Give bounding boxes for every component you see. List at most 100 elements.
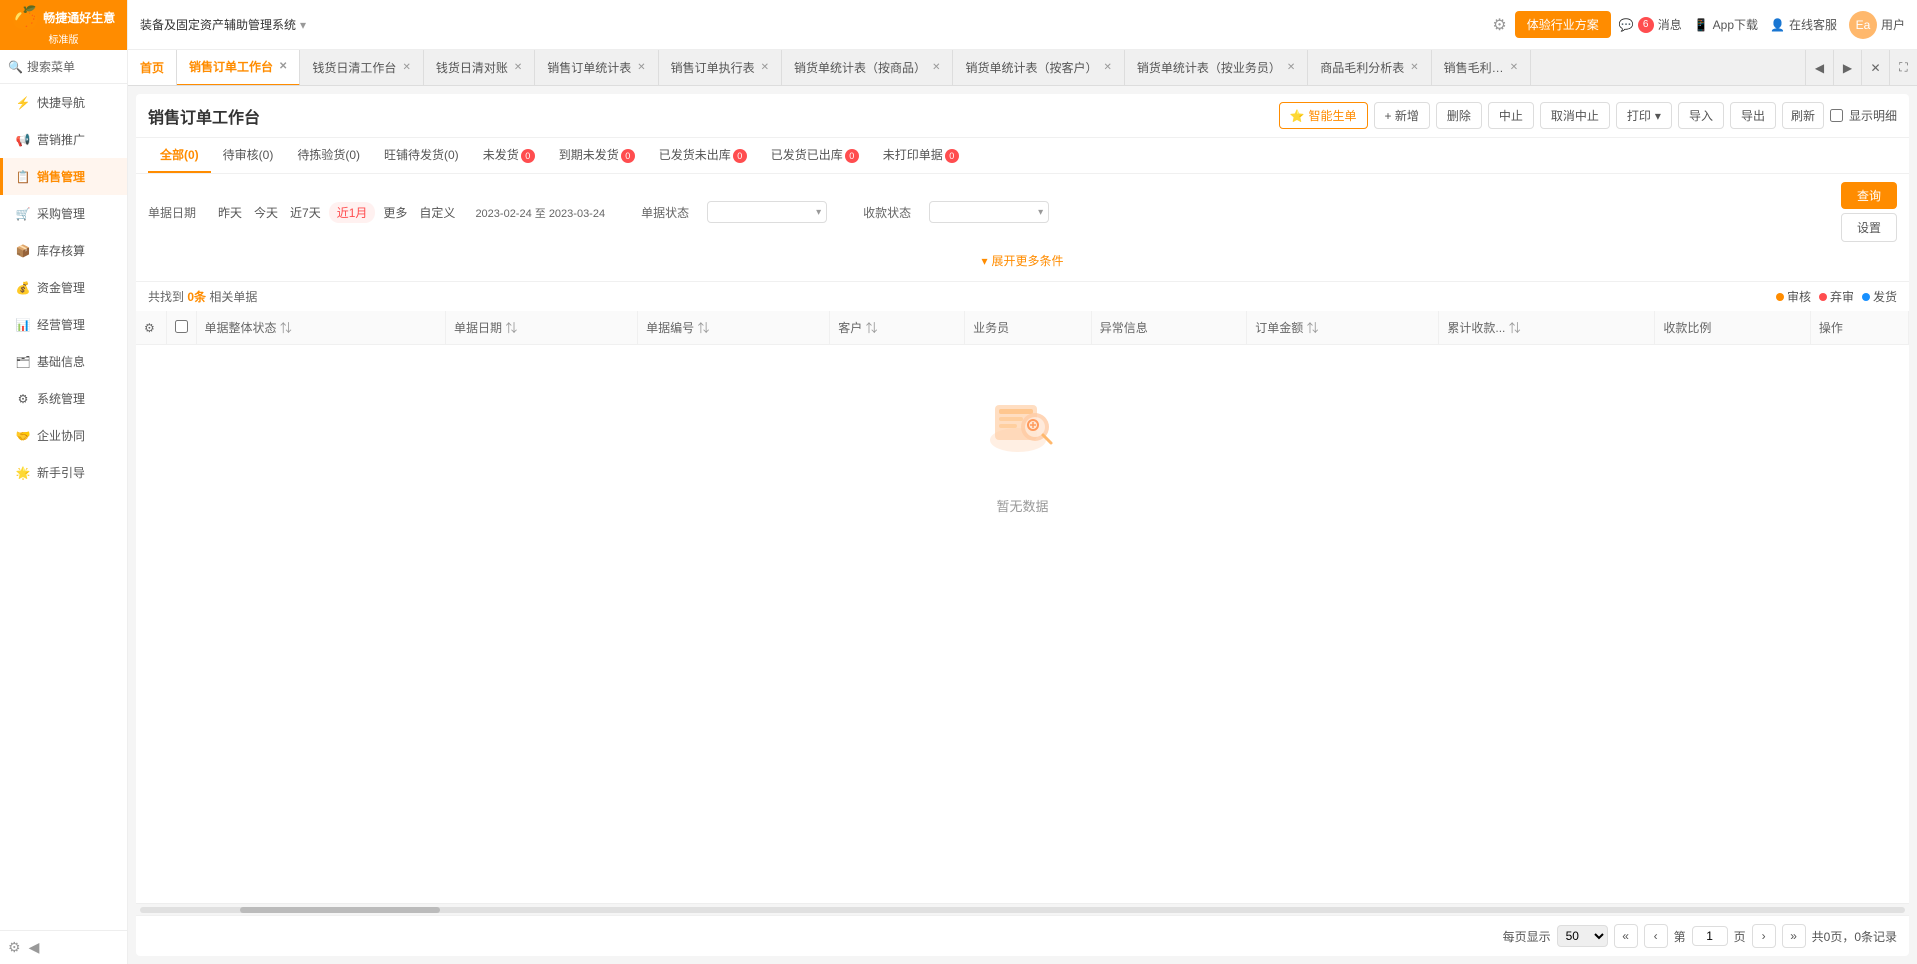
tab-close-cash-daily[interactable]: ✕ (402, 62, 410, 73)
tab-home[interactable]: 首页 (128, 50, 177, 86)
sub-tab-unshipped[interactable]: 未发货0 (471, 138, 547, 173)
sub-tab-shipped-out[interactable]: 已发货已出库0 (759, 138, 871, 173)
sidebar-item-sales[interactable]: 📋 销售管理 (0, 158, 127, 195)
sort-amount-icon[interactable]: ⇅ (1307, 321, 1319, 335)
sidebar-item-quicknav[interactable]: ⚡ 快捷导航 (0, 84, 127, 121)
horizontal-scrollbar[interactable] (136, 903, 1909, 915)
refresh-btn[interactable]: 刷新 (1782, 102, 1824, 129)
filter-setting-btn[interactable]: 设置 (1841, 213, 1897, 242)
tabs-nav-left[interactable]: ◀ (1805, 50, 1833, 86)
sidebar-item-basic[interactable]: 🗂 基础信息 (0, 343, 127, 380)
tab-sales-stats[interactable]: 销售订单统计表 ✕ (535, 50, 658, 86)
sub-tab-overdue[interactable]: 到期未发货0 (547, 138, 647, 173)
tab-sales-exec[interactable]: 销售订单执行表 ✕ (659, 50, 782, 86)
payment-select[interactable] (929, 201, 1049, 223)
sidebar-item-marketing[interactable]: 📢 营销推广 (0, 121, 127, 158)
tab-sales-by-staff[interactable]: 销货单统计表（按业务员） ✕ (1125, 50, 1308, 86)
tab-close-cash-reconcile[interactable]: ✕ (514, 62, 522, 73)
import-btn[interactable]: 导入 (1678, 102, 1724, 129)
sidebar-item-system[interactable]: ⚙ 系统管理 (0, 380, 127, 417)
new-btn[interactable]: + 新增 (1374, 102, 1430, 129)
pagination: 每页显示 50 100 « ‹ 第 页 › » 共0页，0条记录 (136, 915, 1909, 956)
delete-btn[interactable]: 删除 (1436, 102, 1482, 129)
sidebar-item-guide[interactable]: 🌟 新手引导 (0, 454, 127, 491)
tab-close-sales-by-staff[interactable]: ✕ (1287, 62, 1295, 73)
topbar-settings-icon[interactable]: ⚙ (1492, 15, 1506, 35)
tab-close-all[interactable]: ✕ (1861, 50, 1889, 86)
tab-cash-reconcile[interactable]: 钱货日清对账 ✕ (424, 50, 535, 86)
sidebar-item-operations[interactable]: 📊 经营管理 (0, 306, 127, 343)
sort-date-icon[interactable]: ⇅ (505, 321, 517, 335)
smart-create-btn[interactable]: ⭐ 智能生单 (1279, 102, 1368, 129)
last-page-btn[interactable]: » (1782, 924, 1806, 948)
settings-icon[interactable]: ⚙ (8, 939, 21, 956)
sidebar-bottom: ⚙ ◀ (0, 930, 127, 964)
sub-tab-pending-check[interactable]: 待拣验货(0) (285, 138, 372, 173)
query-btn[interactable]: 查询 (1841, 182, 1897, 209)
sub-tab-all[interactable]: 全部(0) (148, 138, 211, 173)
per-page-select[interactable]: 50 100 (1557, 925, 1608, 947)
display-detail-checkbox[interactable] (1830, 109, 1843, 122)
tab-close-sales-margin[interactable]: ✕ (1510, 62, 1518, 73)
sort-number-icon[interactable]: ⇅ (698, 321, 710, 335)
ship-action-btn[interactable]: 发货 (1862, 288, 1897, 305)
user-item[interactable]: Ea 用户 (1849, 11, 1905, 39)
cancel-stop-btn[interactable]: 取消中止 (1540, 102, 1610, 129)
tabs-nav-right[interactable]: ▶ (1833, 50, 1861, 86)
stop-btn[interactable]: 中止 (1488, 102, 1534, 129)
review-action-btn[interactable]: 审核 (1776, 288, 1811, 305)
sidebar-item-enterprise[interactable]: 🤝 企业协同 (0, 417, 127, 454)
sidebar-item-purchase[interactable]: 🛒 采购管理 (0, 195, 127, 232)
cancel-action-btn[interactable]: 弃审 (1819, 288, 1854, 305)
print-btn[interactable]: 打印 ▾ (1616, 102, 1672, 129)
sort-icon[interactable]: ⇅ (280, 321, 292, 335)
tab-fullscreen[interactable]: ⛶ (1889, 50, 1917, 86)
sidebar-item-finance[interactable]: 💰 资金管理 (0, 269, 127, 306)
sort-collected-icon[interactable]: ⇅ (1509, 321, 1521, 335)
tab-cash-daily[interactable]: 钱货日清工作台 ✕ (300, 50, 423, 86)
first-page-btn[interactable]: « (1614, 924, 1638, 948)
scrollbar-thumb[interactable] (240, 907, 440, 913)
col-settings[interactable]: ⚙ (136, 311, 166, 345)
tab-close-margin[interactable]: ✕ (1410, 62, 1418, 73)
tab-sales-by-customer[interactable]: 销货单统计表（按客户） ✕ (953, 50, 1124, 86)
sidebar-item-inventory[interactable]: 📦 库存核算 (0, 232, 127, 269)
display-detail-toggle[interactable]: 显示明细 (1830, 107, 1897, 124)
prev-page-btn[interactable]: ‹ (1644, 924, 1668, 948)
tab-close-sales-stats[interactable]: ✕ (637, 62, 645, 73)
date-option-more[interactable]: 更多 (379, 202, 411, 223)
sub-tab-shipped-not-out[interactable]: 已发货未出库0 (647, 138, 759, 173)
sidebar-search[interactable]: 🔍 搜索菜单 (0, 50, 127, 84)
tab-close-sales-workbench[interactable]: ✕ (279, 61, 287, 72)
next-page-btn[interactable]: › (1752, 924, 1776, 948)
tab-close-sales-by-customer[interactable]: ✕ (1103, 62, 1111, 73)
export-btn[interactable]: 导出 (1730, 102, 1776, 129)
empty-icon (983, 385, 1063, 484)
tab-close-sales-by-product[interactable]: ✕ (932, 62, 940, 73)
collapse-icon[interactable]: ◀ (29, 939, 40, 956)
tab-sales-margin[interactable]: 销售毛利… ✕ (1432, 50, 1531, 86)
date-option-custom[interactable]: 自定义 (415, 202, 459, 223)
sub-tab-not-printed[interactable]: 未打印单据0 (871, 138, 971, 173)
status-select[interactable] (707, 201, 827, 223)
online-service-item[interactable]: 👤 在线客服 (1770, 16, 1837, 33)
date-option-7days[interactable]: 近7天 (286, 202, 325, 223)
col-checkbox[interactable] (166, 311, 196, 345)
page-input[interactable] (1692, 926, 1728, 946)
tab-sales-workbench[interactable]: 销售订单工作台 ✕ (177, 50, 300, 86)
table-scroll[interactable]: ⚙ 单据整体状态 ⇅ 单据日期 ⇅ (136, 311, 1909, 903)
date-option-1month[interactable]: 近1月 (329, 202, 376, 223)
sub-tab-pending-review[interactable]: 待审核(0) (211, 138, 286, 173)
message-item[interactable]: 💬 6 消息 (1619, 16, 1682, 33)
expand-filters-btn[interactable]: ▾ 展开更多条件 (981, 252, 1063, 269)
app-download-item[interactable]: 📱 App下载 (1694, 16, 1758, 33)
tab-margin[interactable]: 商品毛利分析表 ✕ (1308, 50, 1431, 86)
date-option-yesterday[interactable]: 昨天 (214, 202, 246, 223)
date-option-today[interactable]: 今天 (250, 202, 282, 223)
select-all-checkbox[interactable] (175, 320, 188, 333)
industry-btn[interactable]: 体验行业方案 (1515, 11, 1611, 38)
sub-tab-wangpu[interactable]: 旺铺待发货(0) (372, 138, 471, 173)
tab-close-sales-exec[interactable]: ✕ (761, 62, 769, 73)
tab-sales-by-product[interactable]: 销货单统计表（按商品） ✕ (782, 50, 953, 86)
sort-customer-icon[interactable]: ⇅ (866, 321, 878, 335)
